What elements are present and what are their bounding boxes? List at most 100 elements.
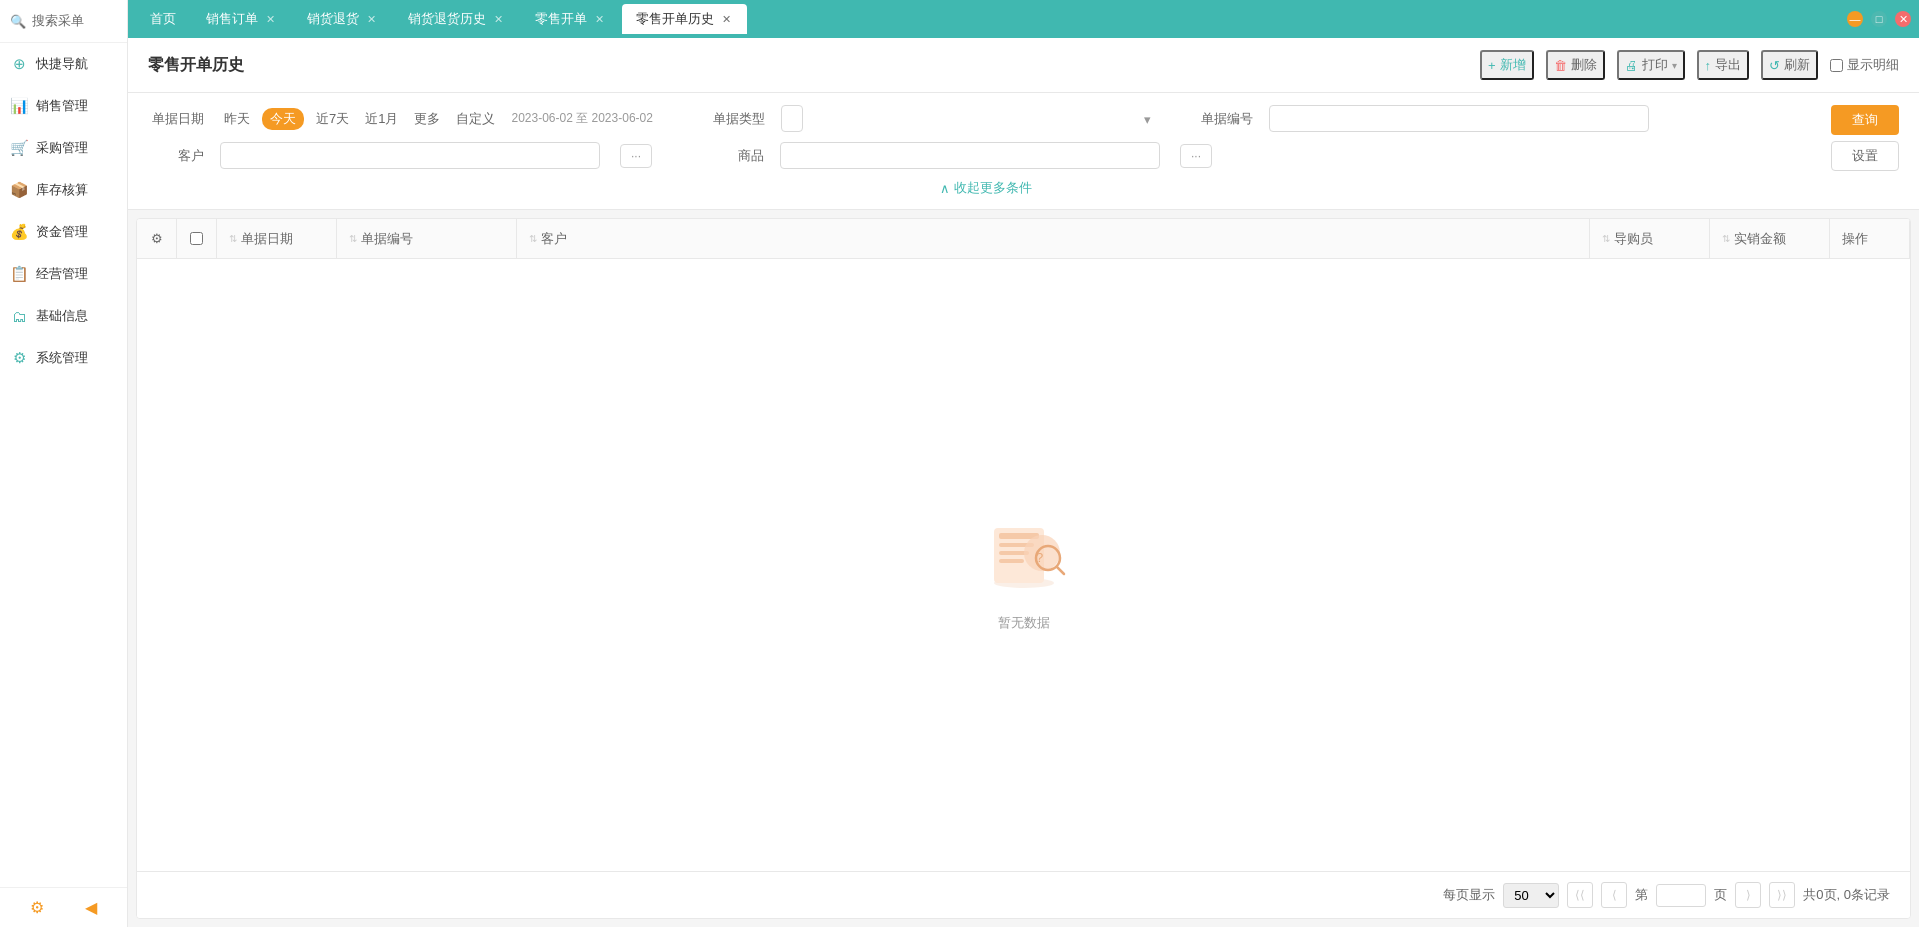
empty-text: 暂无数据	[998, 614, 1050, 632]
per-page-select[interactable]: 10 20 50 100	[1503, 883, 1559, 908]
refresh-label: 刷新	[1784, 56, 1810, 74]
th-settings[interactable]: ⚙	[137, 219, 177, 258]
th-date-label: 单据日期	[241, 230, 293, 248]
yesterday-btn[interactable]: 昨天	[220, 108, 254, 130]
add-button[interactable]: + 新增	[1480, 50, 1534, 80]
operations-icon: 📋	[10, 265, 28, 283]
sidebar: 🔍 搜索采单 ⊕ 快捷导航 📊 销售管理 🛒 采购管理 📦 库存核算 💰 资金管…	[0, 0, 128, 927]
customer-row: 客户 ··· 商品 ···	[148, 142, 1823, 169]
th-number-label: 单据编号	[361, 230, 413, 248]
table-settings-icon: ⚙	[151, 231, 163, 246]
page-header: 零售开单历史 + 新增 🗑 删除 🖨 打印 ▾ ↑ 导出	[128, 38, 1919, 93]
tab-sales-order[interactable]: 销售订单 ✕	[192, 4, 291, 34]
content-area: 零售开单历史 + 新增 🗑 删除 🖨 打印 ▾ ↑ 导出	[128, 38, 1919, 927]
sidebar-item-inventory[interactable]: 📦 库存核算	[0, 169, 127, 211]
th-number: ⇅ 单据编号	[337, 219, 517, 258]
sidebar-bottom: ⚙ ◀	[0, 887, 127, 927]
date-shortcuts: 昨天 今天 近7天 近1月 更多 自定义 2023-06-02 至 2023-0…	[220, 108, 653, 130]
sidebar-item-operations[interactable]: 📋 经营管理	[0, 253, 127, 295]
delete-label: 删除	[1571, 56, 1597, 74]
first-page-btn[interactable]: ⟨⟨	[1567, 882, 1593, 908]
table-area: ⚙ ⇅ 单据日期 ⇅ 单据编号 ⇅ 客户 ⇅	[136, 218, 1911, 919]
minimize-button[interactable]: —	[1847, 11, 1863, 27]
sidebar-item-basic-info[interactable]: 🗂 基础信息	[0, 295, 127, 337]
goods-input[interactable]	[780, 142, 1160, 169]
total-count: 共0页, 0条记录	[1803, 886, 1890, 904]
sales-mgmt-icon: 📊	[10, 97, 28, 115]
maximize-button[interactable]: □	[1871, 11, 1887, 27]
display-detail-input[interactable]	[1830, 59, 1843, 72]
custom-btn[interactable]: 自定义	[452, 108, 499, 130]
sidebar-search[interactable]: 🔍 搜索采单	[0, 0, 127, 43]
export-icon: ↑	[1705, 58, 1712, 73]
th-customer-label: 客户	[541, 230, 567, 248]
customer-ellipsis-btn[interactable]: ···	[620, 144, 652, 168]
pagination: 每页显示 10 20 50 100 ⟨⟨ ⟨ 第 1 页 ⟩ ⟩⟩ 共0页, 0…	[137, 871, 1910, 918]
tab-label-retail-open: 零售开单	[535, 10, 587, 28]
goods-ellipsis-btn[interactable]: ···	[1180, 144, 1212, 168]
tab-close-sales-return-history[interactable]: ✕	[492, 12, 505, 27]
window-controls: — □ ✕	[1847, 11, 1911, 27]
prev-page-btn[interactable]: ⟨	[1601, 882, 1627, 908]
number-input[interactable]	[1269, 105, 1649, 132]
sidebar-item-quick-nav[interactable]: ⊕ 快捷导航	[0, 43, 127, 85]
sidebar-item-purchase-mgmt[interactable]: 🛒 采购管理	[0, 127, 127, 169]
tab-label-retail-open-history: 零售开单历史	[636, 10, 714, 28]
tab-home[interactable]: 首页	[136, 4, 190, 34]
inventory-label: 库存核算	[36, 181, 88, 199]
table-header: ⚙ ⇅ 单据日期 ⇅ 单据编号 ⇅ 客户 ⇅	[137, 219, 1910, 259]
customer-label: 客户	[148, 147, 204, 165]
svg-text:?: ?	[1036, 550, 1043, 565]
select-all-checkbox[interactable]	[190, 232, 203, 245]
sidebar-item-finance[interactable]: 💰 资金管理	[0, 211, 127, 253]
page-label: 第	[1635, 886, 1648, 904]
collapse-row[interactable]: ∧ 收起更多条件	[148, 179, 1823, 197]
th-checkbox[interactable]	[177, 219, 217, 258]
svg-line-8	[1057, 567, 1064, 574]
customer-input[interactable]	[220, 142, 600, 169]
tab-close-retail-open[interactable]: ✕	[593, 12, 606, 27]
collapse-sidebar-icon[interactable]: ◀	[85, 898, 97, 917]
inventory-icon: 📦	[10, 181, 28, 199]
query-button[interactable]: 查询	[1831, 105, 1899, 135]
close-button[interactable]: ✕	[1895, 11, 1911, 27]
display-detail-checkbox[interactable]: 显示明细	[1830, 56, 1899, 74]
tab-close-sales-order[interactable]: ✕	[264, 12, 277, 27]
sort-customer-icon[interactable]: ⇅	[529, 233, 537, 244]
more-btn[interactable]: 更多	[410, 108, 444, 130]
last-page-btn[interactable]: ⟩⟩	[1769, 882, 1795, 908]
last7-btn[interactable]: 近7天	[312, 108, 353, 130]
action-buttons: 查询 设置	[1831, 105, 1899, 171]
tab-sales-return[interactable]: 销货退货 ✕	[293, 4, 392, 34]
tab-retail-open-history[interactable]: 零售开单历史 ✕	[622, 4, 747, 34]
sidebar-item-system[interactable]: ⚙ 系统管理	[0, 337, 127, 379]
svg-rect-5	[999, 559, 1024, 563]
today-btn[interactable]: 今天	[262, 108, 304, 130]
page-number-input[interactable]: 1	[1656, 884, 1706, 907]
tab-close-retail-open-history[interactable]: ✕	[720, 12, 733, 27]
page-suffix: 页	[1714, 886, 1727, 904]
search-icon: 🔍	[10, 14, 26, 29]
sort-number-icon[interactable]: ⇅	[349, 233, 357, 244]
delete-button[interactable]: 🗑 删除	[1546, 50, 1605, 80]
tab-retail-open[interactable]: 零售开单 ✕	[521, 4, 620, 34]
sort-guide-icon[interactable]: ⇅	[1602, 233, 1610, 244]
export-button[interactable]: ↑ 导出	[1697, 50, 1750, 80]
last-month-btn[interactable]: 近1月	[361, 108, 402, 130]
print-button[interactable]: 🖨 打印 ▾	[1617, 50, 1685, 80]
refresh-button[interactable]: ↺ 刷新	[1761, 50, 1818, 80]
settings-bottom-icon[interactable]: ⚙	[30, 898, 44, 917]
next-page-btn[interactable]: ⟩	[1735, 882, 1761, 908]
finance-label: 资金管理	[36, 223, 88, 241]
type-select[interactable]	[781, 105, 803, 132]
tab-close-sales-return[interactable]: ✕	[365, 12, 378, 27]
sidebar-item-sales-mgmt[interactable]: 📊 销售管理	[0, 85, 127, 127]
sort-date-icon[interactable]: ⇅	[229, 233, 237, 244]
basic-info-label: 基础信息	[36, 307, 88, 325]
sort-amount-icon[interactable]: ⇅	[1722, 233, 1730, 244]
query-settings-button[interactable]: 设置	[1831, 141, 1899, 171]
tab-sales-return-history[interactable]: 销货退货历史 ✕	[394, 4, 519, 34]
number-label: 单据编号	[1197, 110, 1253, 128]
purchase-mgmt-icon: 🛒	[10, 139, 28, 157]
print-chevron-icon: ▾	[1672, 60, 1677, 71]
